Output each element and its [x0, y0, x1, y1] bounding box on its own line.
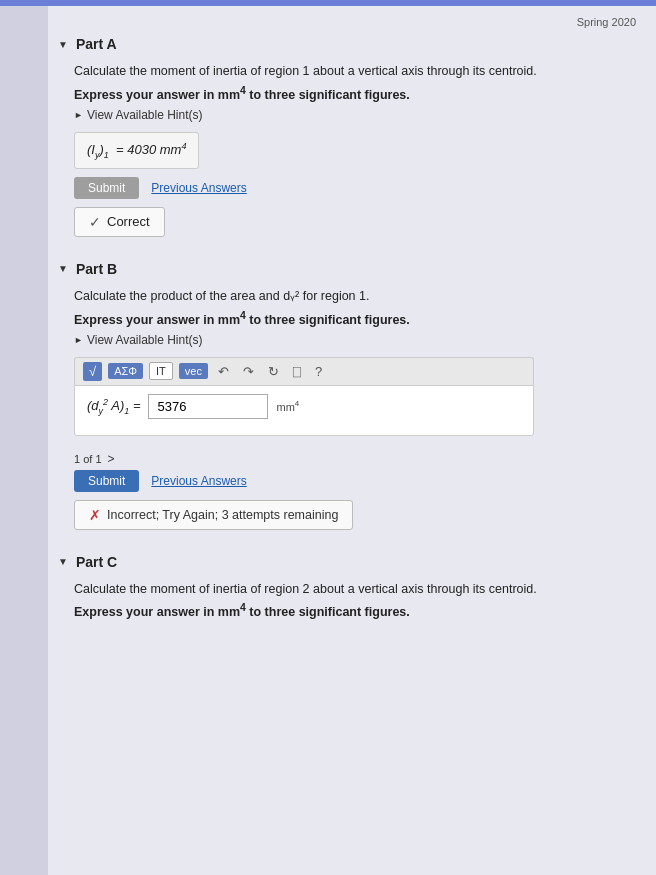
toolbar-keyboard-icon[interactable]: ⎕ [289, 362, 305, 381]
toolbar-sigma-btn[interactable]: AΣΦ [108, 363, 143, 379]
part-b-input-row: (dy2 A)1 = mm4 [87, 394, 521, 419]
part-b-submit-button[interactable]: Submit [74, 470, 139, 492]
part-b-actions: Submit Previous Answers [74, 470, 636, 492]
toolbar-it-btn[interactable]: IT [149, 362, 173, 380]
part-b-toolbar: √ AΣΦ IT vec ↶ ↷ ↻ [74, 357, 534, 385]
part-a-title: Part A [76, 36, 117, 52]
part-b-question: Calculate the product of the area and dᵧ… [74, 287, 636, 306]
part-a-question: Calculate the moment of inertia of regio… [74, 62, 636, 81]
part-b-answer-input[interactable] [148, 394, 268, 419]
part-a-formula: (Iy)1 = 4030 mm4 [87, 141, 186, 160]
part-a-actions: Submit Previous Answers [74, 177, 636, 199]
part-b-express: Express your answer in mm4 to three sign… [74, 310, 636, 327]
part-c-question: Calculate the moment of inertia of regio… [74, 580, 636, 599]
part-a-submit-button[interactable]: Submit [74, 177, 139, 199]
header-title: Spring 2020 [58, 16, 636, 28]
part-a-correct-badge: ✓ Correct [74, 207, 165, 237]
toolbar-redo-icon[interactable]: ↷ [239, 362, 258, 381]
part-b-prev-answers[interactable]: Previous Answers [151, 474, 246, 488]
part-a-section: ▼ Part A Calculate the moment of inertia… [58, 36, 636, 237]
part-a-express: Express your answer in mm4 to three sign… [74, 85, 636, 102]
part-b-equation-label: (dy2 A)1 = [87, 397, 140, 416]
part-c-express: Express your answer in mm4 to three sign… [74, 602, 636, 619]
x-icon: ✗ [89, 507, 101, 523]
toolbar-undo-icon[interactable]: ↶ [214, 362, 233, 381]
checkmark-icon: ✓ [89, 214, 101, 230]
next-page-arrow[interactable]: > [108, 452, 115, 466]
part-a-hint[interactable]: ► View Available Hint(s) [74, 108, 636, 122]
part-b-section: ▼ Part B Calculate the product of the ar… [58, 261, 636, 530]
toolbar-help-icon[interactable]: ? [311, 362, 326, 381]
part-c-title: Part C [76, 554, 117, 570]
toolbar-refresh-icon[interactable]: ↻ [264, 362, 283, 381]
part-b-hint[interactable]: ► View Available Hint(s) [74, 333, 636, 347]
part-b-title: Part B [76, 261, 117, 277]
toolbar-vec-btn[interactable]: vec [179, 363, 208, 379]
part-b-incorrect-badge: ✗ Incorrect; Try Again; 3 attempts remai… [74, 500, 353, 530]
part-c-section: ▼ Part C Calculate the moment of inertia… [58, 554, 636, 620]
part-a-prev-answers[interactable]: Previous Answers [151, 181, 246, 195]
toolbar-sqrt-btn[interactable]: √ [83, 362, 102, 381]
part-b-collapse-arrow[interactable]: ▼ [58, 263, 68, 274]
incorrect-label: Incorrect; Try Again; 3 attempts remaini… [107, 508, 338, 522]
pagination: 1 of 1 > [74, 452, 115, 466]
part-c-collapse-arrow[interactable]: ▼ [58, 556, 68, 567]
correct-label: Correct [107, 214, 150, 229]
part-a-answer-box: (Iy)1 = 4030 mm4 [74, 132, 199, 169]
part-b-unit: mm4 [276, 399, 299, 413]
page-count: 1 of 1 [74, 453, 102, 465]
part-a-collapse-arrow[interactable]: ▼ [58, 39, 68, 50]
